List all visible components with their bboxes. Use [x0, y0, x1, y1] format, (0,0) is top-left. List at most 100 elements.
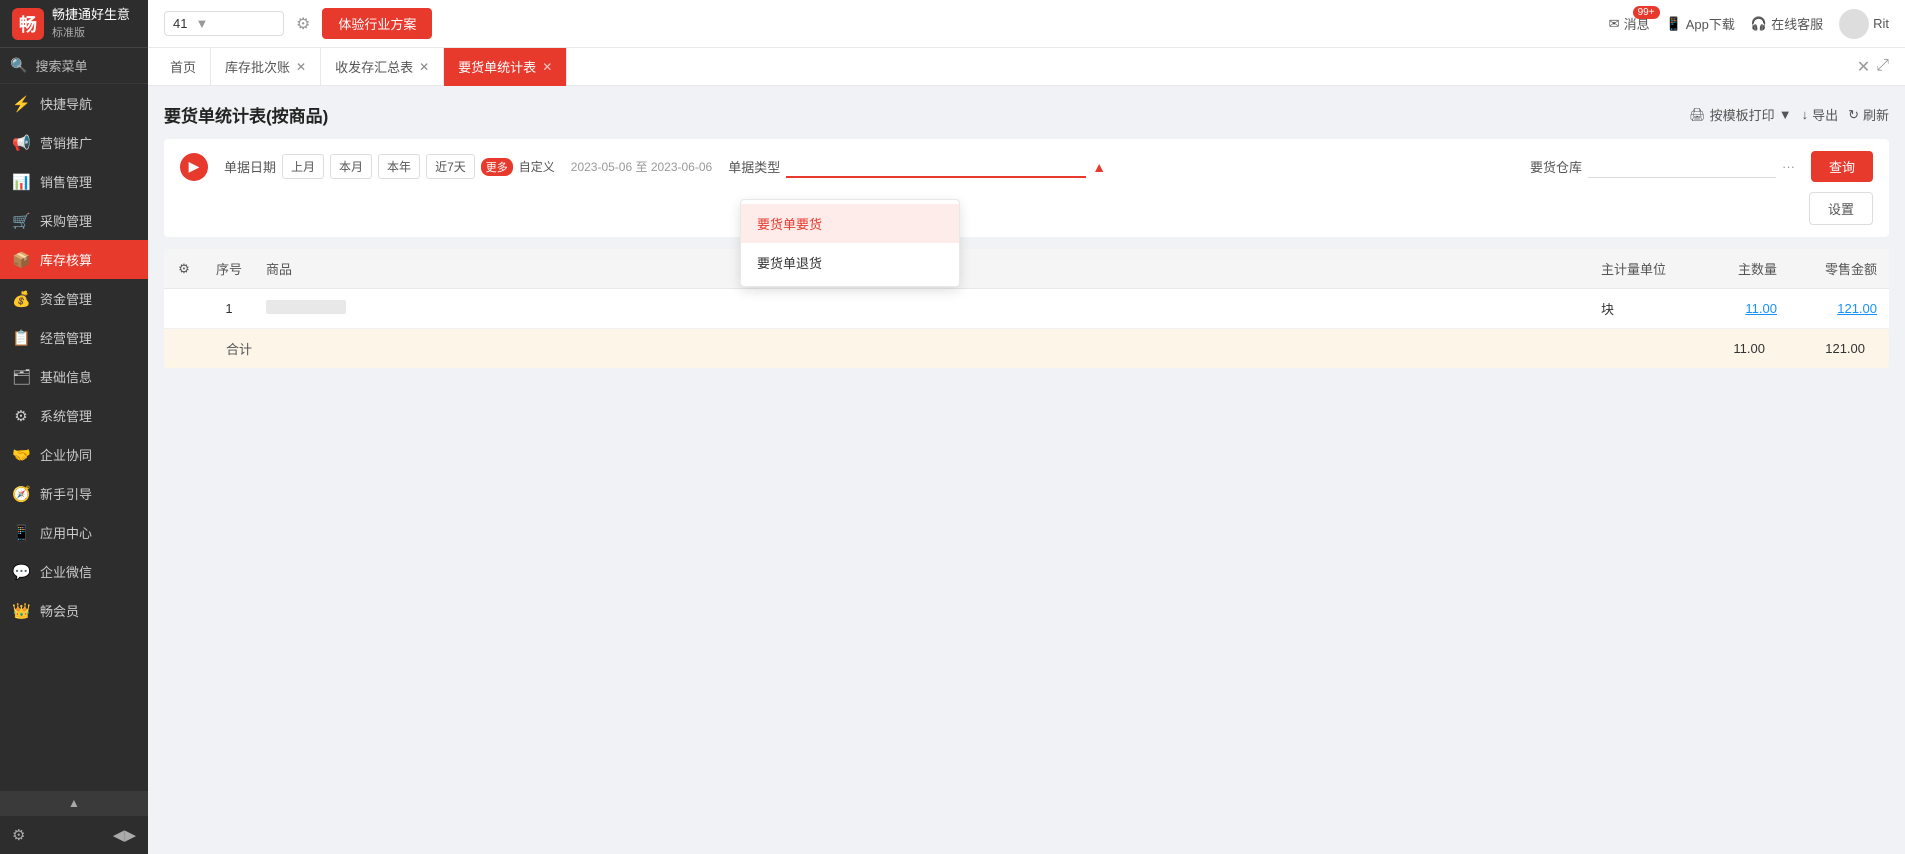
- appstore-icon: 📱: [12, 524, 30, 542]
- table-settings-header[interactable]: ⚙: [164, 249, 204, 289]
- service-icon: 🎧: [1751, 16, 1767, 32]
- tab-order-summary-close-icon[interactable]: ✕: [542, 60, 552, 74]
- warehouse-dots-icon[interactable]: ···: [1782, 159, 1795, 174]
- footer-qty: 11.00: [1677, 341, 1777, 356]
- print-template-btn[interactable]: 🖨 按模板打印 ▼: [1689, 105, 1791, 124]
- trial-btn[interactable]: 体验行业方案: [322, 8, 432, 39]
- window-expand-icon[interactable]: ⤢: [1876, 57, 1889, 77]
- notification-btn[interactable]: ✉ 消息 99+: [1609, 14, 1650, 33]
- sidebar-item-system[interactable]: ⚙ 系统管理: [0, 396, 148, 435]
- page-header-actions: 🖨 按模板打印 ▼ ↓ 导出 ↻ 刷新: [1689, 105, 1889, 124]
- settings-btn[interactable]: 设置: [1809, 192, 1873, 225]
- filter-row: ▶ 单据日期 上月 本月 本年 近7天 更多 自定义 2023-05-06 至 …: [180, 151, 1873, 182]
- sidebar-item-appstore[interactable]: 📱 应用中心: [0, 513, 148, 552]
- toggle-footer-icon[interactable]: ◀▶: [113, 826, 136, 844]
- sidebar-item-label: 系统管理: [40, 406, 92, 425]
- sidebar-item-guide[interactable]: 🧭 新手引导: [0, 474, 148, 513]
- system-icon: ⚙: [12, 407, 30, 425]
- sidebar-item-basic[interactable]: 🗂 基础信息: [0, 357, 148, 396]
- sidebar-item-inventory[interactable]: 📦 库存核算: [0, 240, 148, 279]
- date-this-year-btn[interactable]: 本年: [378, 154, 420, 179]
- app-download-btn[interactable]: 📱 App下载: [1666, 14, 1735, 33]
- tab-home-label: 首页: [170, 57, 196, 76]
- sidebar-item-finance[interactable]: 💰 资金管理: [0, 279, 148, 318]
- logo-text-group: 畅捷通好生意 标准版: [52, 7, 130, 40]
- settings-footer-icon[interactable]: ⚙: [12, 826, 25, 844]
- date-filter-group: 单据日期 上月 本月 本年 近7天 更多 自定义: [224, 154, 555, 179]
- window-close-icon[interactable]: ✕: [1857, 57, 1870, 77]
- filter-expand-btn[interactable]: ▶: [180, 153, 208, 181]
- date-label: 单据日期: [224, 157, 276, 176]
- type-dropdown-menu: 要货单要货 要货单退货: [740, 199, 960, 287]
- sidebar-item-vip[interactable]: 👑 畅会员: [0, 591, 148, 630]
- user-avatar-btn[interactable]: Rit: [1839, 9, 1889, 39]
- dropdown-item-order-goods[interactable]: 要货单要货: [741, 204, 959, 243]
- quicknav-icon: ⚡: [12, 95, 30, 113]
- type-filter-input[interactable]: [786, 155, 1086, 178]
- warehouse-filter-input[interactable]: [1588, 156, 1776, 178]
- sidebar-item-label: 企业协同: [40, 445, 92, 464]
- operations-icon: 📋: [12, 329, 30, 347]
- sidebar-item-label: 库存核算: [40, 250, 92, 269]
- date-custom-btn[interactable]: 自定义: [519, 158, 555, 175]
- footer-label: 合计: [176, 339, 356, 358]
- sidebar-item-purchase[interactable]: 🛒 采购管理: [0, 201, 148, 240]
- type-filter-chevron-icon[interactable]: ▲: [1092, 159, 1106, 175]
- table-cell-unit: 块: [1589, 289, 1689, 329]
- refresh-btn[interactable]: ↻ 刷新: [1848, 105, 1889, 124]
- logo-name: 畅捷通好生意: [52, 7, 130, 24]
- table-cell-qty: 11.00: [1689, 289, 1789, 329]
- query-btn[interactable]: 查询: [1811, 151, 1873, 182]
- date-last-7days-btn[interactable]: 近7天: [426, 154, 475, 179]
- sidebar-item-label: 销售管理: [40, 172, 92, 191]
- tab-inventory-batch-label: 库存批次账: [225, 57, 290, 76]
- dropdown-item-order-return[interactable]: 要货单退货: [741, 243, 959, 282]
- tab-order-summary[interactable]: 要货单统计表 ✕: [444, 48, 567, 86]
- filter-bar: ▶ 单据日期 上月 本月 本年 近7天 更多 自定义 2023-05-06 至 …: [164, 139, 1889, 237]
- company-selector-value: 41: [173, 16, 187, 31]
- table-cell-amount: 121.00: [1789, 289, 1889, 329]
- table-col-num: 序号: [204, 249, 254, 289]
- table-settings-icon: ⚙: [178, 261, 190, 276]
- print-icon: 🖨: [1689, 107, 1706, 123]
- sidebar-item-label: 经营管理: [40, 328, 92, 347]
- date-this-month-btn[interactable]: 本月: [330, 154, 372, 179]
- notification-icon: ✉: [1609, 16, 1620, 32]
- date-last-month-btn[interactable]: 上月: [282, 154, 324, 179]
- sidebar-item-sales[interactable]: 📊 销售管理: [0, 162, 148, 201]
- content-area: 要货单统计表(按商品) 🖨 按模板打印 ▼ ↓ 导出 ↻ 刷新: [148, 86, 1905, 854]
- qty-link[interactable]: 11.00: [1745, 301, 1777, 316]
- data-table-container: ⚙ 序号 商品 主计量单位 主数量 零售金额 1: [164, 249, 1889, 368]
- table-row: 1 块 11.00 121.00: [164, 289, 1889, 329]
- data-table: ⚙ 序号 商品 主计量单位 主数量 零售金额 1: [164, 249, 1889, 329]
- tab-inventory-batch[interactable]: 库存批次账 ✕: [211, 48, 321, 86]
- settings-gear-icon[interactable]: ⚙: [296, 14, 310, 34]
- service-btn[interactable]: 🎧 在线客服: [1751, 14, 1823, 33]
- footer-amount: 121.00: [1777, 341, 1877, 356]
- guide-icon: 🧭: [12, 485, 30, 503]
- amount-link[interactable]: 121.00: [1837, 301, 1877, 316]
- sidebar-item-label: 新手引导: [40, 484, 92, 503]
- company-selector[interactable]: 41 ▼: [164, 11, 284, 36]
- table-col-amount: 零售金额: [1789, 249, 1889, 289]
- date-range-text: 2023-05-06 至 2023-06-06: [571, 158, 712, 175]
- sidebar-item-enterprise[interactable]: 🤝 企业协同: [0, 435, 148, 474]
- tab-collect-summary[interactable]: 收发存汇总表 ✕: [321, 48, 444, 86]
- sidebar-search-item[interactable]: 🔍 搜索菜单: [0, 48, 148, 84]
- date-more-badge[interactable]: 更多: [481, 158, 513, 176]
- export-icon: ↓: [1802, 107, 1809, 122]
- table-col-qty: 主数量: [1689, 249, 1789, 289]
- enterprise-icon: 🤝: [12, 446, 30, 464]
- sidebar-collapse-btn[interactable]: ▲: [0, 791, 148, 815]
- sidebar-item-operations[interactable]: 📋 经营管理: [0, 318, 148, 357]
- sidebar-item-marketing[interactable]: 📢 营销推广: [0, 123, 148, 162]
- sidebar-item-wechat[interactable]: 💬 企业微信: [0, 552, 148, 591]
- export-btn[interactable]: ↓ 导出: [1802, 105, 1839, 124]
- sidebar-item-label: 企业微信: [40, 562, 92, 581]
- tab-collect-summary-close-icon[interactable]: ✕: [419, 60, 429, 74]
- tab-inventory-batch-close-icon[interactable]: ✕: [296, 60, 306, 74]
- tab-home[interactable]: 首页: [156, 48, 211, 86]
- basic-icon: 🗂: [12, 368, 30, 386]
- table-body: 1 块 11.00 121.00: [164, 289, 1889, 329]
- sidebar-item-quicknav[interactable]: ⚡ 快捷导航: [0, 84, 148, 123]
